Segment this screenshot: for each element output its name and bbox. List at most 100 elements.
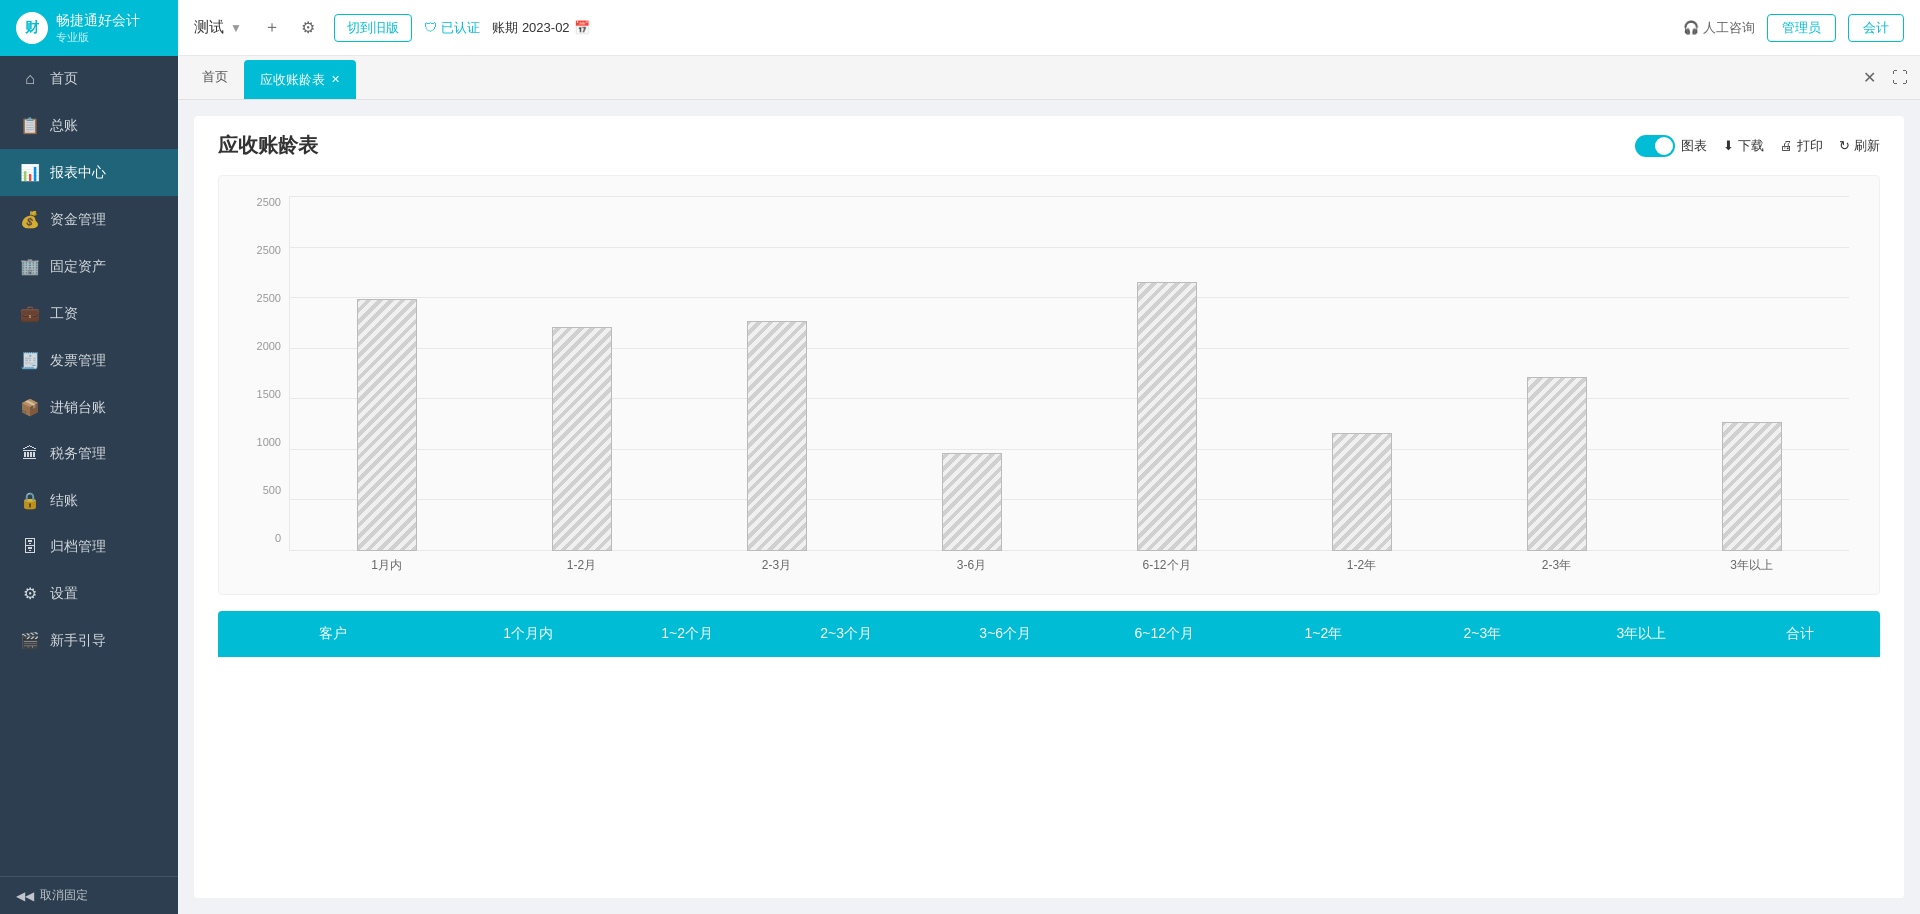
report-page: 应收账龄表 图表 ⬇ 下载 🖨 打印 ↻ [194, 116, 1904, 898]
bar-group [875, 453, 1070, 551]
table-header-cell: 合计 [1721, 611, 1880, 657]
bar [552, 327, 612, 551]
workspace-chevron-icon: ▼ [230, 21, 242, 35]
settings-button[interactable]: ⚙ [294, 14, 322, 42]
sidebar-item-home[interactable]: ⌂ 首页 [0, 56, 178, 102]
report-header: 应收账龄表 图表 ⬇ 下载 🖨 打印 ↻ [218, 132, 1880, 159]
tab-aging-label: 应收账龄表 [260, 71, 325, 89]
app-name-block: 畅捷通好会计 专业版 [56, 11, 140, 44]
bar-group [290, 299, 485, 551]
sidebar-icon-tax: 🏛 [20, 445, 40, 463]
table-header-cell: 1~2个月 [608, 611, 767, 657]
chart-container: 2500250025002000150010005000 1月内1-2月2-3月… [249, 196, 1849, 574]
bar-group [680, 321, 875, 551]
sidebar-item-tax[interactable]: 🏛 税务管理 [0, 431, 178, 477]
admin-button[interactable]: 管理员 [1767, 14, 1836, 42]
tab-home[interactable]: 首页 [186, 56, 244, 99]
app-edition: 专业版 [56, 30, 140, 45]
tab-home-label: 首页 [202, 68, 228, 86]
refresh-icon: ↻ [1839, 138, 1850, 153]
page-area: 应收账龄表 图表 ⬇ 下载 🖨 打印 ↻ [178, 100, 1920, 914]
sidebar-nav: ⌂ 首页 📋 总账 📊 报表中心 💰 资金管理 🏢 固定资产 💼 工资 🧾 发票… [0, 56, 178, 876]
bar [1527, 377, 1587, 551]
table-header-cell: 2~3个月 [767, 611, 926, 657]
sidebar-item-guide[interactable]: 🎬 新手引导 [0, 617, 178, 664]
sidebar-item-archive[interactable]: 🗄 归档管理 [0, 524, 178, 570]
calendar-icon[interactable]: 📅 [574, 20, 590, 35]
bar [357, 299, 417, 551]
sidebar-icon-archive: 🗄 [20, 538, 40, 556]
bar [1332, 433, 1392, 551]
table-header-cell: 1个月内 [449, 611, 608, 657]
table-header-cell: 6~12个月 [1085, 611, 1244, 657]
tab-aging[interactable]: 应收账龄表 ✕ [244, 60, 356, 99]
sidebar-label-assets: 固定资产 [50, 258, 106, 276]
service-label: 人工咨询 [1703, 19, 1755, 37]
sidebar: 财 畅捷通好会计 专业版 ⌂ 首页 📋 总账 📊 报表中心 💰 资金管理 🏢 固… [0, 0, 178, 914]
main-content: 测试 ▼ ＋ ⚙ 切到旧版 🛡 已认证 账期 2023-02 📅 🎧 人工咨询 … [178, 0, 1920, 914]
sidebar-icon-capital: 💰 [20, 210, 40, 229]
y-label: 500 [263, 484, 281, 496]
chart-toggle-wrap: 图表 [1635, 135, 1707, 157]
gridline [290, 196, 1849, 197]
table-header-cell: 2~3年 [1403, 611, 1562, 657]
sidebar-item-close[interactable]: 🔒 结账 [0, 477, 178, 524]
sidebar-item-invoice[interactable]: 🧾 发票管理 [0, 337, 178, 384]
sidebar-icon-guide: 🎬 [20, 631, 40, 650]
table-header-cell: 3~6个月 [926, 611, 1085, 657]
sidebar-item-salary[interactable]: 💼 工资 [0, 290, 178, 337]
download-button[interactable]: ⬇ 下载 [1723, 137, 1764, 155]
switch-old-button[interactable]: 切到旧版 [334, 14, 412, 42]
sidebar-label-capital: 资金管理 [50, 211, 106, 229]
sidebar-item-settings[interactable]: ⚙ 设置 [0, 570, 178, 617]
tabs-right: ✕ ⛶ [1859, 56, 1912, 99]
verified-label: 已认证 [441, 19, 480, 37]
bar [1722, 422, 1782, 551]
table-header-cell: 1~2年 [1244, 611, 1403, 657]
sidebar-item-reports[interactable]: 📊 报表中心 [0, 149, 178, 196]
service-button[interactable]: 🎧 人工咨询 [1683, 19, 1755, 37]
sidebar-label-reports: 报表中心 [50, 164, 106, 182]
x-label: 3年以上 [1654, 551, 1849, 574]
table-header-cell: 客户 [218, 611, 449, 657]
chart-body: 1月内1-2月2-3月3-6月6-12个月1-2年2-3年3年以上 [289, 196, 1849, 574]
table-header-cell: 3年以上 [1562, 611, 1721, 657]
x-label: 1-2年 [1264, 551, 1459, 574]
sidebar-icon-home: ⌂ [20, 70, 40, 88]
bar [747, 321, 807, 551]
print-button[interactable]: 🖨 打印 [1780, 137, 1823, 155]
close-window-button[interactable]: ✕ [1859, 64, 1880, 91]
bar [942, 453, 1002, 551]
chart-toggle[interactable] [1635, 135, 1675, 157]
app-name: 畅捷通好会计 [56, 11, 140, 29]
sidebar-icon-salary: 💼 [20, 304, 40, 323]
chart-area: 2500250025002000150010005000 1月内1-2月2-3月… [218, 175, 1880, 595]
headset-icon: 🎧 [1683, 20, 1699, 35]
cancel-fixed-button[interactable]: ◀◀ 取消固定 [0, 876, 178, 914]
sidebar-label-stock: 进销台账 [50, 399, 106, 417]
cancel-fixed-label: 取消固定 [40, 887, 88, 904]
sidebar-item-capital[interactable]: 💰 资金管理 [0, 196, 178, 243]
sidebar-icon-assets: 🏢 [20, 257, 40, 276]
sidebar-label-ledger: 总账 [50, 117, 78, 135]
y-label: 2500 [257, 196, 281, 208]
sidebar-item-stock[interactable]: 📦 进销台账 [0, 384, 178, 431]
x-label: 1-2月 [484, 551, 679, 574]
add-button[interactable]: ＋ [258, 14, 286, 42]
chart-toggle-label: 图表 [1681, 137, 1707, 155]
sidebar-item-ledger[interactable]: 📋 总账 [0, 102, 178, 149]
sidebar-label-tax: 税务管理 [50, 445, 106, 463]
x-labels: 1月内1-2月2-3月3-6月6-12个月1-2年2-3年3年以上 [289, 551, 1849, 574]
close-tab-icon[interactable]: ✕ [331, 73, 340, 86]
pin-left-icon: ◀◀ [16, 889, 34, 903]
bar [1137, 282, 1197, 551]
sidebar-item-assets[interactable]: 🏢 固定资产 [0, 243, 178, 290]
refresh-button[interactable]: ↻ 刷新 [1839, 137, 1880, 155]
bar-group [485, 327, 680, 551]
sidebar-label-close: 结账 [50, 492, 78, 510]
expand-button[interactable]: ⛶ [1888, 65, 1912, 91]
gridline [290, 247, 1849, 248]
y-label: 2500 [257, 292, 281, 304]
role-button[interactable]: 会计 [1848, 14, 1904, 42]
sidebar-label-archive: 归档管理 [50, 538, 106, 556]
